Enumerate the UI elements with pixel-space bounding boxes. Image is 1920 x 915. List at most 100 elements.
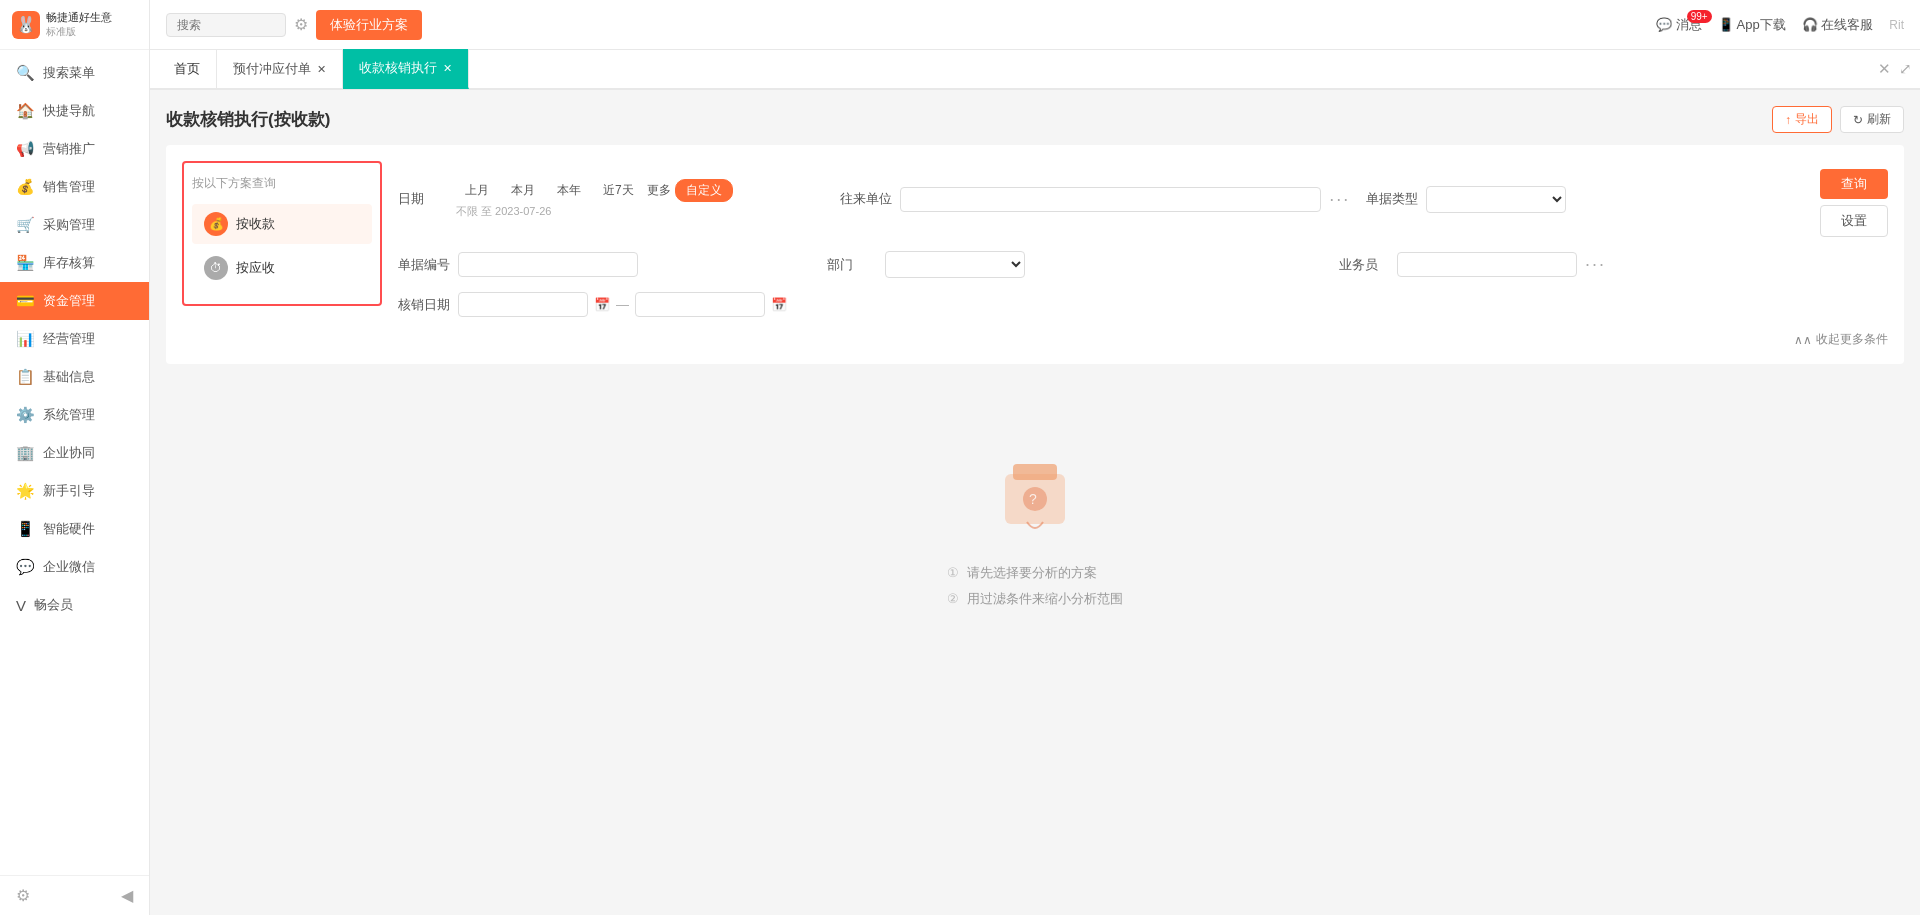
industry-solution-button[interactable]: 体验行业方案 [316, 10, 422, 40]
last-month-btn[interactable]: 上月 [456, 179, 498, 202]
staff-label: 业务员 [1339, 256, 1389, 274]
tab-receipt-offset[interactable]: 收款核销执行 ✕ [343, 49, 469, 89]
sidebar-item-basic-info[interactable]: 📋 基础信息 [0, 358, 149, 396]
tab-prepay-close-icon[interactable]: ✕ [317, 63, 326, 76]
sidebar-item-operations[interactable]: 📊 经营管理 [0, 320, 149, 358]
export-button[interactable]: ↑ 导出 [1772, 106, 1832, 133]
sidebar-icon-corp-wx: 💬 [16, 558, 35, 576]
counterpart-filter: 往来单位 ··· [840, 187, 1351, 212]
counterpart-more-icon[interactable]: ··· [1329, 189, 1350, 210]
date-separator: — [616, 297, 629, 312]
app-download-link[interactable]: 📱 App下载 [1718, 16, 1786, 34]
sidebar-icon-quick-nav: 🏠 [16, 102, 35, 120]
writeoff-start-date[interactable]: 2023-03-01 [458, 292, 588, 317]
logo-icon: 🐰 [12, 11, 40, 39]
sidebar-label-operations: 经营管理 [43, 330, 95, 348]
department-select[interactable] [885, 251, 1025, 278]
sidebar-icon-finance: 💳 [16, 292, 35, 310]
empty-hints: ① 请先选择要分析的方案 ② 用过滤条件来缩小分析范围 [947, 560, 1123, 612]
doc-number-input[interactable] [458, 252, 638, 277]
tab-home-label: 首页 [174, 60, 200, 78]
logo-text: 畅捷通好生意 标准版 [46, 10, 112, 38]
settings-button[interactable]: 设置 [1820, 205, 1888, 237]
sidebar-label-sys-mgmt: 系统管理 [43, 406, 95, 424]
user-name[interactable]: Rit [1889, 18, 1904, 32]
writeoff-date-filter: 核销日期 2023-03-01 📅 — 2023-07-21 📅 [398, 292, 1888, 317]
refresh-icon: ↻ [1853, 113, 1863, 127]
sidebar-label-vip: 畅会员 [34, 596, 73, 614]
tab-receipt-close-icon[interactable]: ✕ [443, 62, 452, 75]
logo-subtitle: 标准版 [46, 25, 112, 39]
staff-input[interactable] [1397, 252, 1577, 277]
sidebar-item-corp-collab[interactable]: 🏢 企业协同 [0, 434, 149, 472]
filter-wrapper: 按以下方案查询 💰 按收款 ⏱ 按应收 日期 [166, 145, 1904, 364]
counterpart-input[interactable] [900, 187, 1322, 212]
sidebar-item-quick-nav[interactable]: 🏠 快捷导航 [0, 92, 149, 130]
empty-illustration: ? [985, 444, 1085, 544]
sidebar-item-inventory[interactable]: 🏪 库存核算 [0, 244, 149, 282]
search-input[interactable] [166, 13, 286, 37]
date-btn-group: 上月 本月 本年 近7天 更多 自定义 [456, 179, 733, 202]
sidebar: 🐰 畅捷通好生意 标准版 🔍 搜索菜单🏠 快捷导航📢 营销推广💰 销售管理🛒 采… [0, 0, 150, 915]
sidebar-label-search-menu: 搜索菜单 [43, 64, 95, 82]
doc-type-select[interactable] [1426, 186, 1566, 213]
tab-receipt-label: 收款核销执行 [359, 59, 437, 77]
main-area: ⚙ 体验行业方案 💬 消息 99+ 📱 App下载 🎧 在线客服 Rit 首页 [150, 0, 1920, 915]
custom-btn[interactable]: 自定义 [675, 179, 733, 202]
this-month-btn[interactable]: 本月 [502, 179, 544, 202]
collapse-sidebar-icon[interactable]: ◀ [121, 886, 133, 905]
date-limit: 不限 至 2023-07-26 [456, 204, 733, 219]
tab-prepay-offset[interactable]: 预付冲应付单 ✕ [217, 49, 343, 89]
tab-home[interactable]: 首页 [158, 49, 217, 89]
sidebar-label-basic-info: 基础信息 [43, 368, 95, 386]
more-btn[interactable]: 更多 [647, 182, 671, 199]
hint-1: ① 请先选择要分析的方案 [947, 560, 1123, 586]
sidebar-label-quick-nav: 快捷导航 [43, 102, 95, 120]
svg-text:?: ? [1029, 491, 1037, 507]
close-all-icon[interactable]: ✕ [1878, 60, 1891, 78]
staff-more-icon[interactable]: ··· [1585, 254, 1606, 275]
export-icon: ↑ [1785, 113, 1791, 127]
message-area[interactable]: 💬 消息 99+ [1656, 16, 1702, 34]
collapse-conditions[interactable]: ∧∧ 收起更多条件 [398, 331, 1888, 348]
sidebar-item-search-menu[interactable]: 🔍 搜索菜单 [0, 54, 149, 92]
tabbar-right: ✕ ⤢ [1878, 60, 1912, 78]
sidebar-item-sys-mgmt[interactable]: ⚙️ 系统管理 [0, 396, 149, 434]
maximize-icon[interactable]: ⤢ [1899, 60, 1912, 78]
sidebar-item-finance[interactable]: 💳 资金管理 [0, 282, 149, 320]
writeoff-end-date[interactable]: 2023-07-21 [635, 292, 765, 317]
sidebar-label-smart-hw: 智能硬件 [43, 520, 95, 538]
sidebar-item-smart-hw[interactable]: 📱 智能硬件 [0, 510, 149, 548]
online-service-link[interactable]: 🎧 在线客服 [1802, 16, 1874, 34]
by-receipt-label: 按收款 [236, 215, 275, 233]
sidebar-item-corp-wx[interactable]: 💬 企业微信 [0, 548, 149, 586]
search-button[interactable]: 查询 [1820, 169, 1888, 199]
hint-2: ② 用过滤条件来缩小分析范围 [947, 586, 1123, 612]
filter-by-receivable[interactable]: ⏱ 按应收 [192, 248, 372, 288]
date-buttons: 上月 本月 本年 近7天 更多 自定义 不限 至 2023-07-26 [456, 179, 733, 219]
filter-by-receipt[interactable]: 💰 按收款 [192, 204, 372, 244]
sidebar-item-marketing[interactable]: 📢 营销推广 [0, 130, 149, 168]
sidebar-item-purchase[interactable]: 🛒 采购管理 [0, 206, 149, 244]
this-year-btn[interactable]: 本年 [548, 179, 590, 202]
start-cal-icon[interactable]: 📅 [594, 297, 610, 312]
sidebar-icon-inventory: 🏪 [16, 254, 35, 272]
date-label: 日期 [398, 190, 448, 208]
filter-row-3: 核销日期 2023-03-01 📅 — 2023-07-21 📅 [398, 292, 1888, 317]
sidebar-item-new-guide[interactable]: 🌟 新手引导 [0, 472, 149, 510]
settings-bottom-icon[interactable]: ⚙ [16, 886, 30, 905]
sidebar-icon-basic-info: 📋 [16, 368, 35, 386]
sidebar-icon-sys-mgmt: ⚙️ [16, 406, 35, 424]
sidebar-item-sales[interactable]: 💰 销售管理 [0, 168, 149, 206]
doc-type-label: 单据类型 [1366, 190, 1418, 208]
doc-number-filter: 单据编号 [398, 252, 811, 277]
gear-icon[interactable]: ⚙ [294, 15, 308, 34]
filter-actions: 查询 设置 [1808, 161, 1888, 237]
end-cal-icon[interactable]: 📅 [771, 297, 787, 312]
sidebar-item-vip[interactable]: V 畅会员 [0, 586, 149, 624]
last7-btn[interactable]: 近7天 [594, 179, 643, 202]
sidebar-label-purchase: 采购管理 [43, 216, 95, 234]
page-title: 收款核销执行(按收款) [166, 108, 330, 131]
doc-number-label: 单据编号 [398, 256, 450, 274]
refresh-button[interactable]: ↻ 刷新 [1840, 106, 1904, 133]
